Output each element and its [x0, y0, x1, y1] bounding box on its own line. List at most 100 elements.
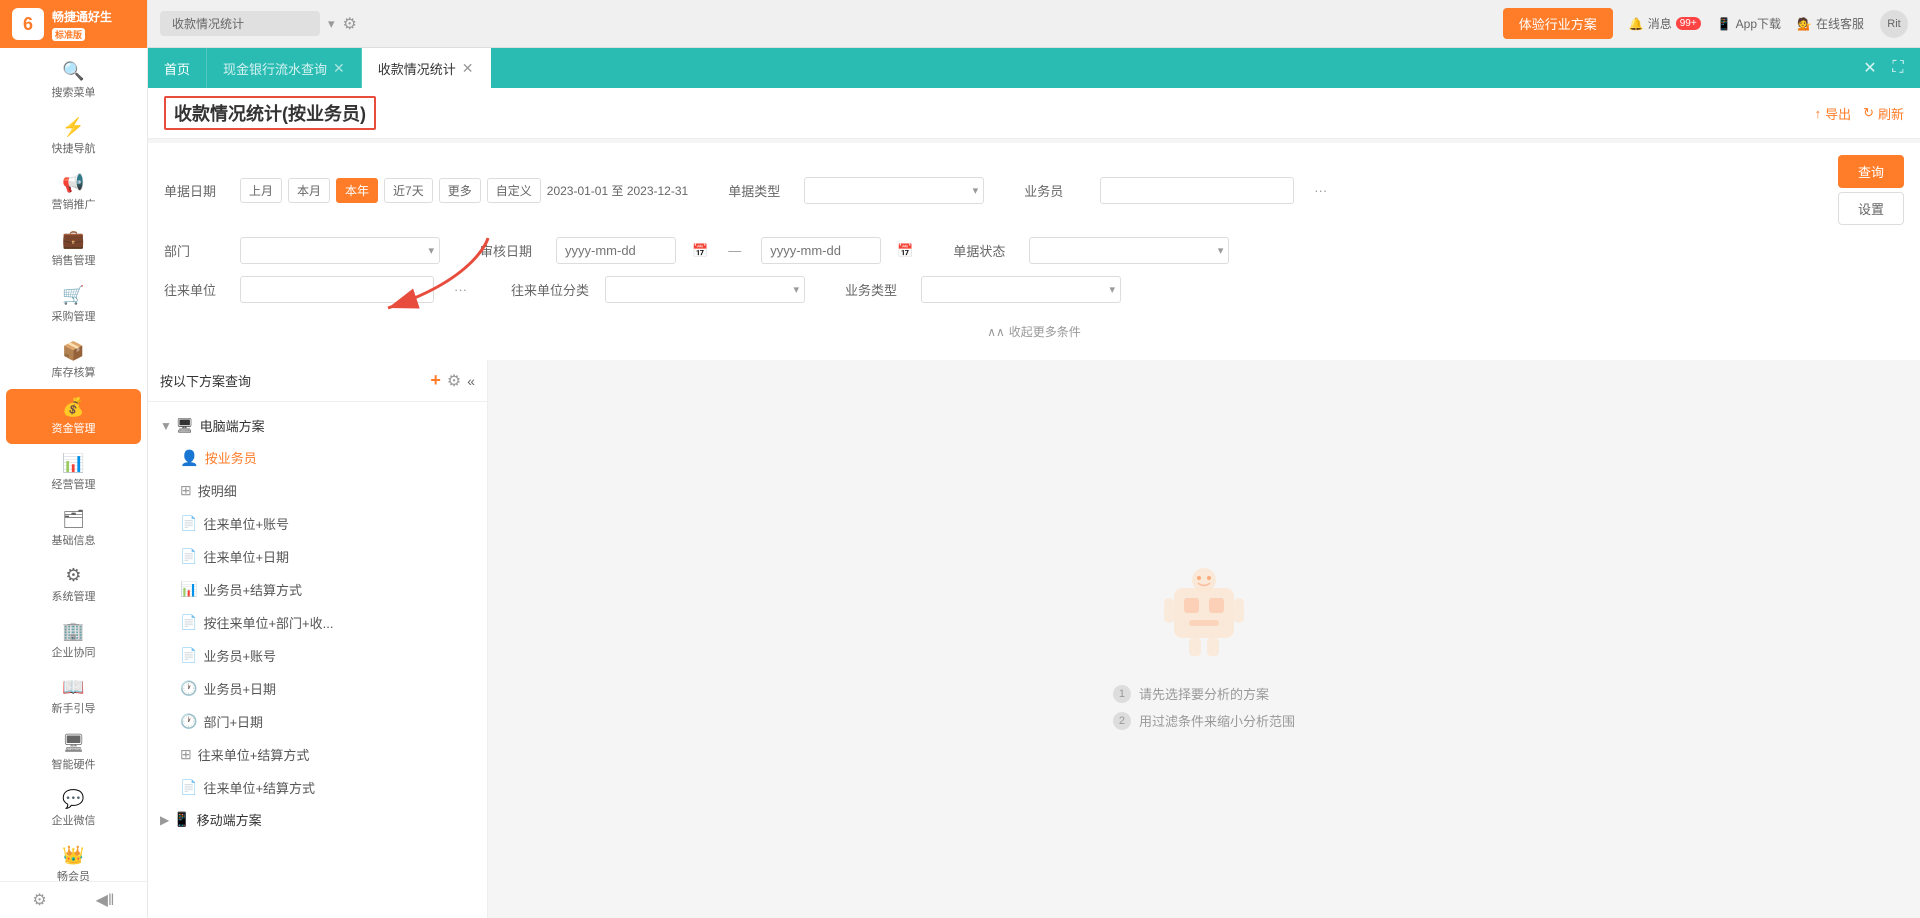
left-panel-tools: + ⚙ «: [430, 370, 475, 391]
inventory-icon: 📦: [62, 341, 84, 362]
date-btn-this-month[interactable]: 本月: [288, 178, 330, 203]
tree-item-counterpart-settle2[interactable]: 📄 往来单位+结算方式: [148, 771, 487, 804]
enterprise-icon: 🏢: [62, 621, 84, 642]
receipt-tab-close-icon[interactable]: ✕: [462, 60, 474, 77]
receipt-tab-label: 收款情况统计: [378, 59, 456, 78]
sidebar-item-purchase[interactable]: 🛒 采购管理: [6, 277, 141, 332]
doc-status-label: 单据状态: [953, 241, 1013, 260]
sidebar-item-finance[interactable]: 💰 资金管理: [6, 389, 141, 444]
date-btn-more[interactable]: 更多: [439, 178, 481, 203]
sidebar-item-inventory[interactable]: 📦 库存核算: [6, 333, 141, 388]
counterpart-input[interactable]: [240, 276, 434, 303]
type-select-wrap[interactable]: [804, 177, 984, 204]
salesman-more-icon[interactable]: ···: [1314, 183, 1327, 198]
export-icon: ↑: [1815, 106, 1822, 121]
left-panel: 按以下方案查询 + ⚙ « ▼ 🖥 电脑端方案: [148, 360, 488, 918]
calendar-from-icon[interactable]: 📅: [692, 243, 708, 259]
sidebar-item-sales[interactable]: 💼 销售管理: [6, 221, 141, 276]
scheme-settings-icon[interactable]: ⚙: [447, 371, 461, 391]
tab-receipt[interactable]: 收款情况统计 ✕: [362, 48, 491, 88]
counterpart-more-icon[interactable]: ···: [454, 282, 467, 297]
sidebar-item-operation[interactable]: 📊 经营管理: [6, 445, 141, 500]
tab-bank[interactable]: 现金银行流水查询 ✕: [207, 48, 362, 88]
refresh-button[interactable]: ↻ 刷新: [1863, 104, 1904, 123]
sidebar-item-system[interactable]: ⚙ 系统管理: [6, 557, 141, 612]
tab-home[interactable]: 首页: [148, 48, 207, 88]
bank-tab-label: 现金银行流水查询: [223, 59, 327, 78]
header-left: 收款情况统计 ▾ ⚙: [160, 11, 357, 36]
sidebar-item-basic[interactable]: 🗂 基础信息: [6, 501, 141, 556]
desktop-section-icon: 🖥: [176, 417, 194, 434]
breadcrumb-dropdown-icon[interactable]: ▾: [328, 16, 335, 32]
sidebar-item-marketing[interactable]: 📢 营销推广: [6, 165, 141, 220]
tree-section-mobile-header[interactable]: ▶ 📱 移动端方案: [148, 804, 487, 835]
tip-1-text: 请先选择要分析的方案: [1139, 684, 1269, 703]
message-icon: 🔔: [1629, 17, 1644, 31]
tree-item-dept-date[interactable]: 🕐 部门+日期: [148, 705, 487, 738]
export-button[interactable]: ↑ 导出: [1815, 104, 1852, 123]
counterpart-date-label: 往来单位+日期: [203, 547, 289, 566]
counterpart-category-select-wrap[interactable]: [605, 276, 805, 303]
date-options-group: 上月 本月 本年 近7天 更多 自定义 2023-01-01 至 2023-12…: [240, 178, 688, 203]
breadcrumb: 收款情况统计: [160, 11, 320, 36]
header-actions: 体验行业方案 🔔 消息 99+ 📱 App下载 💁 在线客服 Rit: [1503, 8, 1908, 39]
trial-button[interactable]: 体验行业方案: [1503, 8, 1613, 39]
biz-type-select-wrap[interactable]: [921, 276, 1121, 303]
window-close-btn[interactable]: ✕: [1860, 58, 1880, 78]
dept-select-wrap[interactable]: [240, 237, 440, 264]
window-maximize-btn[interactable]: ⛶: [1888, 58, 1908, 78]
tree-item-salesman-settlement[interactable]: 📊 业务员+结算方式: [148, 573, 487, 606]
sidebar-item-enterprise[interactable]: 🏢 企业协同: [6, 613, 141, 668]
tree-section-desktop-header[interactable]: ▼ 🖥 电脑端方案: [148, 410, 487, 441]
user-avatar[interactable]: Rit: [1880, 10, 1908, 38]
tree-item-counterpart-date[interactable]: 📄 往来单位+日期: [148, 540, 487, 573]
calendar-to-icon[interactable]: 📅: [897, 243, 913, 259]
tree-item-by-detail[interactable]: ⊞ 按明细: [148, 474, 487, 507]
salesman-account-label: 业务员+账号: [203, 646, 276, 665]
message-action[interactable]: 🔔 消息 99+: [1629, 15, 1701, 32]
doc-status-select-wrap[interactable]: [1029, 237, 1229, 264]
date-btn-7days[interactable]: 近7天: [384, 178, 433, 203]
sidebar-item-shortcut[interactable]: ⚡ 快捷导航: [6, 109, 141, 164]
header-settings-icon[interactable]: ⚙: [343, 14, 357, 34]
date-btn-last-month[interactable]: 上月: [240, 178, 282, 203]
collapse-panel-icon[interactable]: «: [467, 373, 475, 389]
bank-tab-close-icon[interactable]: ✕: [333, 60, 345, 77]
settings-footer-btn[interactable]: ⚙: [32, 890, 46, 910]
tree-item-salesman-account[interactable]: 📄 业务员+账号: [148, 639, 487, 672]
online-service-action[interactable]: 💁 在线客服: [1797, 15, 1864, 32]
query-button[interactable]: 查询: [1838, 155, 1904, 188]
doc-status-select[interactable]: [1029, 237, 1229, 264]
date-btn-this-year[interactable]: 本年: [336, 178, 378, 203]
audit-date-to-input[interactable]: [761, 237, 881, 264]
collapse-bar[interactable]: ∧∧ 收起更多条件: [164, 315, 1904, 348]
member-icon: 👑: [62, 845, 84, 866]
sidebar-item-search[interactable]: 🔍 搜索菜单: [6, 53, 141, 108]
tree-item-counterpart-settle[interactable]: ⊞ 往来单位+结算方式: [148, 738, 487, 771]
audit-date-from-input[interactable]: [556, 237, 676, 264]
tree-item-counterpart-account[interactable]: 📄 往来单位+账号: [148, 507, 487, 540]
date-btn-custom[interactable]: 自定义: [487, 178, 541, 203]
main-split: 按以下方案查询 + ⚙ « ▼ 🖥 电脑端方案: [148, 360, 1920, 918]
tree-item-by-counterpart-dept[interactable]: 📄 按往来单位+部门+收...: [148, 606, 487, 639]
biz-type-select[interactable]: [921, 276, 1121, 303]
sidebar-item-member[interactable]: 👑 畅会员: [6, 837, 141, 881]
dept-select[interactable]: [240, 237, 440, 264]
type-select[interactable]: [804, 177, 984, 204]
sidebar-item-wechat[interactable]: 💬 企业微信: [6, 781, 141, 836]
collapse-sidebar-btn[interactable]: ◀‖: [96, 890, 115, 910]
tree-item-by-salesman[interactable]: 👤 按业务员: [148, 441, 487, 474]
empty-illustration: [1144, 548, 1264, 668]
desktop-section-label: 电脑端方案: [200, 416, 265, 435]
tree-item-salesman-date[interactable]: 🕐 业务员+日期: [148, 672, 487, 705]
counterpart-category-select[interactable]: [605, 276, 805, 303]
app-download-action[interactable]: 📱 App下载: [1717, 15, 1781, 32]
by-counterpart-dept-label: 按往来单位+部门+收...: [203, 613, 333, 632]
set-button[interactable]: 设置: [1838, 192, 1904, 225]
salesman-filter-label: 业务员: [1024, 181, 1084, 200]
add-scheme-btn[interactable]: +: [430, 370, 441, 391]
counterpart-settle-label: 往来单位+结算方式: [198, 745, 310, 764]
salesman-input[interactable]: [1100, 177, 1294, 204]
sidebar-item-guide[interactable]: 📖 新手引导: [6, 669, 141, 724]
sidebar-item-hardware[interactable]: 🖥 智能硬件: [6, 725, 141, 780]
